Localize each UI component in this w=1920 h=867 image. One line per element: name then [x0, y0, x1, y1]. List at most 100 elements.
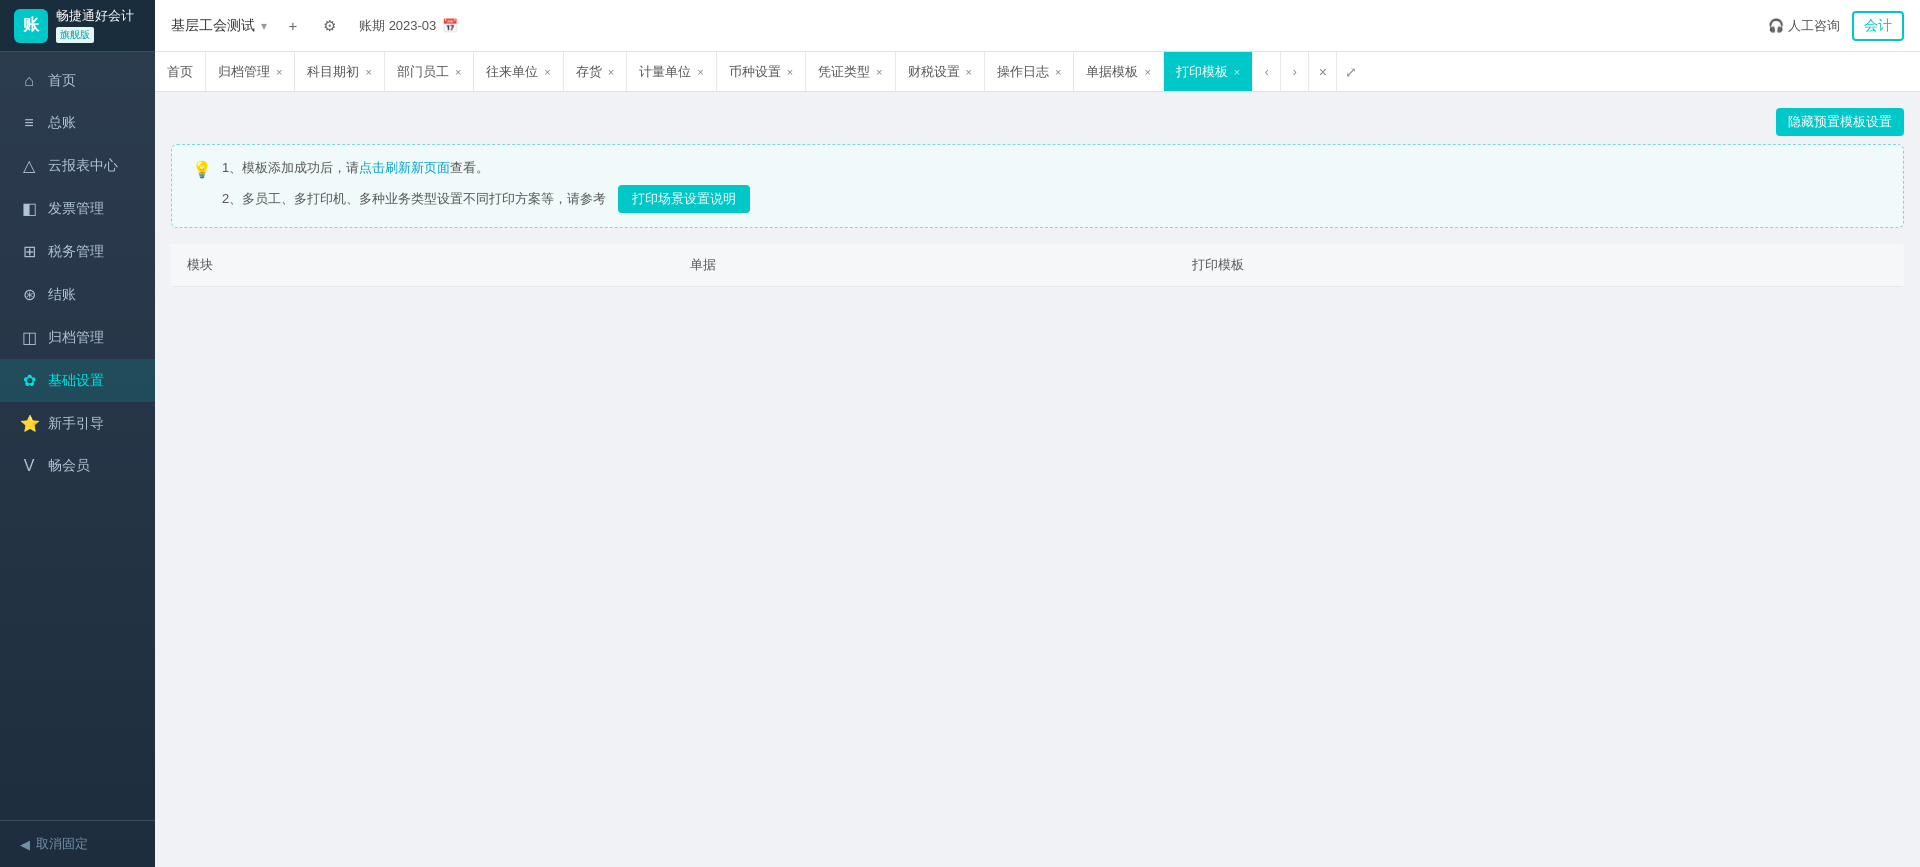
notice-row-2: 💡 2、多员工、多打印机、多种业务类型设置不同打印方案等，请参考 打印场景设置说…	[192, 185, 1883, 213]
tab-tax-settings-label: 财税设置	[908, 63, 960, 81]
sidebar-item-invoice[interactable]: ◧ 发票管理	[0, 187, 155, 230]
ledger-icon: ≡	[20, 114, 38, 132]
period-display: 账期 2023-03 📅	[359, 17, 458, 35]
table-header: 模块 单据 打印模板	[171, 244, 1904, 287]
tab-inventory-close[interactable]: ×	[608, 66, 614, 78]
unpin-button[interactable]: ◀ 取消固定	[0, 820, 155, 867]
topbar: 基层工会测试 ▾ + ⚙ 账期 2023-03 📅 🎧 人工咨询 会计	[155, 0, 1920, 52]
col-voucher: 单据	[674, 244, 1177, 287]
topbar-right: 🎧 人工咨询 会计	[1768, 11, 1904, 41]
notice-refresh-link[interactable]: 点击刷新新页面	[359, 160, 450, 175]
main-content: 隐藏预置模板设置 💡 1、模板添加成功后，请点击刷新新页面查看。 💡 2、多员工…	[155, 92, 1920, 867]
tab-op-log-label: 操作日志	[997, 63, 1049, 81]
template-table: 模块 单据 打印模板	[171, 244, 1904, 287]
sidebar-label-invoice: 发票管理	[48, 200, 104, 218]
notice-line1-prefix: 1、模板添加成功后，请	[222, 160, 359, 175]
hide-btn-row: 隐藏预置模板设置	[171, 108, 1904, 144]
guide-icon: ⭐	[20, 414, 38, 433]
tab-op-log-close[interactable]: ×	[1055, 66, 1061, 78]
tab-subjects-label: 科目期初	[307, 63, 359, 81]
tab-archive-mgmt-close[interactable]: ×	[276, 66, 282, 78]
sidebar-item-vip[interactable]: V 畅会员	[0, 445, 155, 487]
hide-template-button[interactable]: 隐藏预置模板设置	[1776, 108, 1904, 136]
sidebar-nav: ⌂ 首页 ≡ 总账 △ 云报表中心 ◧ 发票管理 ⊞ 税务管理 ⊛ 结账 ◫ 归…	[0, 52, 155, 820]
tab-units-close[interactable]: ×	[697, 66, 703, 78]
tab-home[interactable]: 首页	[155, 52, 206, 92]
tab-voucher-type[interactable]: 凭证类型 ×	[806, 52, 895, 92]
tab-subjects[interactable]: 科目期初 ×	[295, 52, 384, 92]
kuaiji-button[interactable]: 会计	[1852, 11, 1904, 41]
sidebar-item-settings[interactable]: ✿ 基础设置	[0, 359, 155, 402]
tab-counterparts[interactable]: 往来单位 ×	[474, 52, 563, 92]
tab-print-template-close[interactable]: ×	[1234, 66, 1240, 78]
tax-icon: ⊞	[20, 242, 38, 261]
tab-departments-close[interactable]: ×	[455, 66, 461, 78]
sidebar-label-reports: 云报表中心	[48, 157, 118, 175]
tabs-prev-button[interactable]: ‹	[1253, 52, 1281, 92]
invoice-icon: ◧	[20, 199, 38, 218]
human-service-button[interactable]: 🎧 人工咨询	[1768, 17, 1840, 35]
tabs-close-all-button[interactable]: ×	[1309, 52, 1337, 92]
sidebar-item-tax[interactable]: ⊞ 税务管理	[0, 230, 155, 273]
tab-print-template-label: 打印模板	[1176, 63, 1228, 81]
sidebar-item-ledger[interactable]: ≡ 总账	[0, 102, 155, 144]
home-icon: ⌂	[20, 72, 38, 90]
table-container: 模块 单据 打印模板	[171, 244, 1904, 287]
tab-inventory-label: 存货	[576, 63, 602, 81]
period-value: 2023-03	[389, 18, 437, 33]
sidebar-item-guide[interactable]: ⭐ 新手引导	[0, 402, 155, 445]
tab-archive-mgmt[interactable]: 归档管理 ×	[206, 52, 295, 92]
company-dropdown-icon: ▾	[261, 19, 267, 33]
sidebar-item-reports[interactable]: △ 云报表中心	[0, 144, 155, 187]
notice-box: 💡 1、模板添加成功后，请点击刷新新页面查看。 💡 2、多员工、多打印机、多种业…	[171, 144, 1904, 228]
tabs-bar: 首页 归档管理 × 科目期初 × 部门员工 × 往来单位 × 存货 × 计量单位…	[155, 52, 1920, 92]
tab-archive-mgmt-label: 归档管理	[218, 63, 270, 81]
archive-icon: ◫	[20, 328, 38, 347]
add-tab-button[interactable]: +	[279, 12, 307, 40]
company-selector[interactable]: 基层工会测试 ▾	[171, 17, 267, 35]
tab-tax-settings-close[interactable]: ×	[966, 66, 972, 78]
unpin-icon: ◀	[20, 837, 30, 852]
sidebar-label-settings: 基础设置	[48, 372, 104, 390]
tab-departments[interactable]: 部门员工 ×	[385, 52, 474, 92]
tab-tax-settings[interactable]: 财税设置 ×	[896, 52, 985, 92]
notice-line2-prefix: 2、多员工、多打印机、多种业务类型设置不同打印方案等，请参考	[222, 191, 606, 206]
tab-voucher-template-close[interactable]: ×	[1144, 66, 1150, 78]
tab-counterparts-close[interactable]: ×	[544, 66, 550, 78]
logo-badge: 旗舰版	[56, 27, 94, 43]
closing-icon: ⊛	[20, 285, 38, 304]
human-service-label: 人工咨询	[1788, 17, 1840, 35]
col-module: 模块	[171, 244, 674, 287]
reports-icon: △	[20, 156, 38, 175]
sidebar-label-home: 首页	[48, 72, 76, 90]
tab-home-label: 首页	[167, 63, 193, 81]
notice-line2: 2、多员工、多打印机、多种业务类型设置不同打印方案等，请参考 打印场景设置说明	[222, 185, 750, 213]
settings-button[interactable]: ⚙	[315, 12, 343, 40]
sidebar-logo: 账 畅捷通好会计 旗舰版	[0, 0, 155, 52]
tab-currency[interactable]: 币种设置 ×	[717, 52, 806, 92]
sidebar-label-guide: 新手引导	[48, 415, 104, 433]
tab-departments-label: 部门员工	[397, 63, 449, 81]
sidebar-item-closing[interactable]: ⊛ 结账	[0, 273, 155, 316]
tab-subjects-close[interactable]: ×	[365, 66, 371, 78]
headset-icon: 🎧	[1768, 18, 1784, 33]
logo-text-block: 畅捷通好会计 旗舰版	[56, 8, 134, 43]
tab-voucher-template[interactable]: 单据模板 ×	[1074, 52, 1163, 92]
tab-currency-close[interactable]: ×	[787, 66, 793, 78]
sidebar-item-archive[interactable]: ◫ 归档管理	[0, 316, 155, 359]
notice-line1-suffix: 查看。	[450, 160, 489, 175]
tab-op-log[interactable]: 操作日志 ×	[985, 52, 1074, 92]
unpin-label: 取消固定	[36, 835, 88, 853]
tab-voucher-type-close[interactable]: ×	[876, 66, 882, 78]
tab-counterparts-label: 往来单位	[486, 63, 538, 81]
tab-print-template[interactable]: 打印模板 ×	[1164, 52, 1253, 92]
tab-units[interactable]: 计量单位 ×	[627, 52, 716, 92]
calendar-icon[interactable]: 📅	[442, 18, 458, 33]
table-header-row: 模块 单据 打印模板	[171, 244, 1904, 287]
tabs-next-button[interactable]: ›	[1281, 52, 1309, 92]
sidebar-item-home[interactable]: ⌂ 首页	[0, 60, 155, 102]
logo-name: 畅捷通好会计	[56, 8, 134, 25]
tab-inventory[interactable]: 存货 ×	[564, 52, 627, 92]
print-scene-guide-button[interactable]: 打印场景设置说明	[618, 185, 750, 213]
tabs-expand-button[interactable]: ⤢	[1337, 52, 1365, 92]
